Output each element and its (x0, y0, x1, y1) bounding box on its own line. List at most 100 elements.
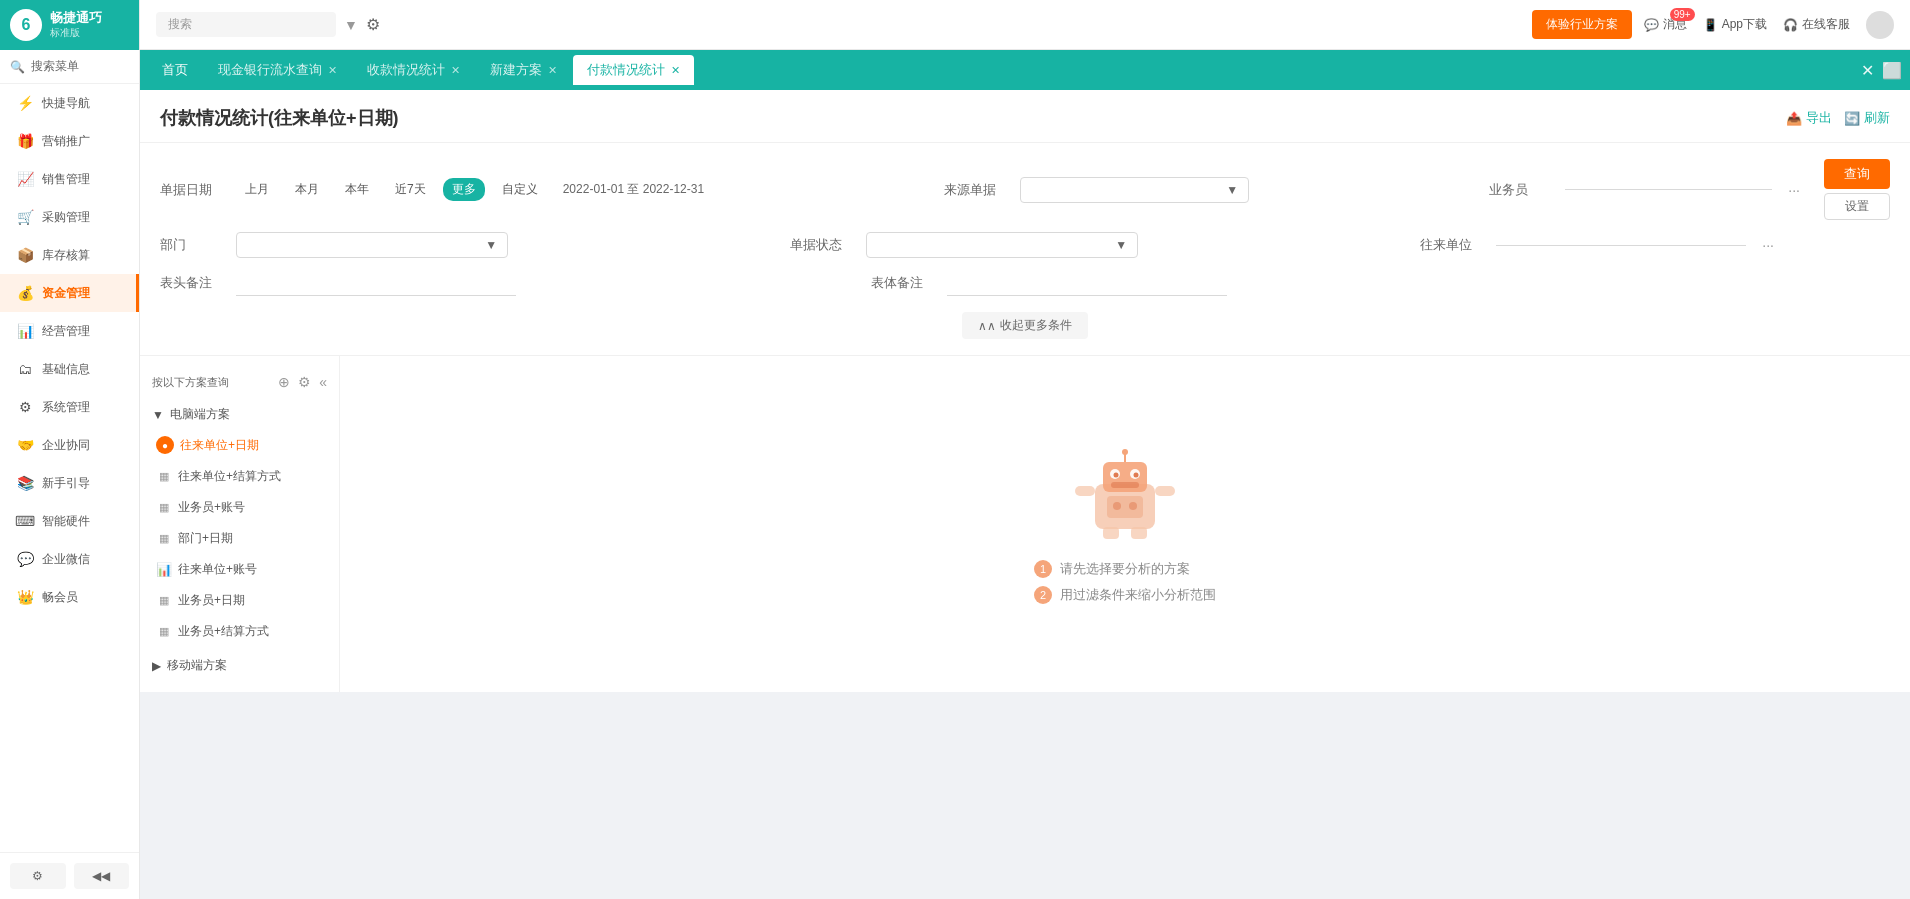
query-button[interactable]: 查询 (1824, 159, 1890, 189)
date-btn-more[interactable]: 更多 (443, 178, 485, 201)
collapse-conditions-btn[interactable]: ∧∧ 收起更多条件 (962, 312, 1088, 339)
partner-more-icon[interactable]: ··· (1762, 237, 1774, 253)
scheme-item-salesperson-account[interactable]: ▦ 业务员+账号 (140, 492, 339, 523)
window-close-icon[interactable]: ✕ (1861, 61, 1874, 80)
nav-label: 智能硬件 (42, 513, 90, 530)
scheme-item-partner-date[interactable]: ● 往来单位+日期 (140, 429, 339, 461)
message-btn[interactable]: 💬 消息 99+ (1644, 16, 1687, 33)
partner-input[interactable] (1496, 245, 1746, 246)
scheme-item-salesperson-settlement[interactable]: ▦ 业务员+结算方式 (140, 616, 339, 647)
tab-receivable-label: 收款情况统计 (367, 61, 445, 79)
mobile-scheme-section: ▶ 移动端方案 (140, 651, 339, 680)
message-badge: 99+ (1670, 8, 1695, 21)
mobile-scheme-title[interactable]: ▶ 移动端方案 (140, 651, 339, 680)
tab-bank-flow[interactable]: 现金银行流水查询 ✕ (204, 55, 351, 85)
sidebar-logo: 6 畅捷通巧 标准版 (0, 0, 139, 50)
scheme-arrow-right-icon: ▶ (152, 659, 161, 673)
tab-bar: 首页 现金银行流水查询 ✕ 收款情况统计 ✕ 新建方案 ✕ 付款情况统计 ✕ ✕… (140, 50, 1910, 90)
scheme-item-partner-account[interactable]: 📊 往来单位+账号 (140, 554, 339, 585)
date-btn-this-year[interactable]: 本年 (336, 177, 378, 202)
nav-label: 企业微信 (42, 551, 90, 568)
date-btn-custom[interactable]: 自定义 (493, 177, 547, 202)
sidebar-item-hardware[interactable]: ⌨ 智能硬件 (0, 502, 139, 540)
dept-select[interactable]: ▼ (236, 232, 508, 258)
trial-button[interactable]: 体验行业方案 (1532, 10, 1632, 39)
sidebar-item-inventory[interactable]: 📦 库存核算 (0, 236, 139, 274)
phone-icon: 📱 (1703, 18, 1718, 32)
collapse-icon: ◀◀ (92, 869, 110, 883)
sidebar-item-system[interactable]: ⚙ 系统管理 (0, 388, 139, 426)
date-btn-last-month[interactable]: 上月 (236, 177, 278, 202)
sidebar-search[interactable]: 🔍 搜索菜单 (0, 50, 139, 84)
nav-label: 基础信息 (42, 361, 90, 378)
tab-receivable[interactable]: 收款情况统计 ✕ (353, 55, 474, 85)
nav-label: 库存核算 (42, 247, 90, 264)
panel-actions: ⊕ ⚙ « (278, 374, 327, 390)
filter-row-2: 部门 ▼ 单据状态 ▼ 往来单位 ··· (160, 232, 1890, 258)
panel-add-icon[interactable]: ⊕ (278, 374, 290, 390)
doc-status-select[interactable]: ▼ (866, 232, 1138, 258)
app-download-btn[interactable]: 📱 App下载 (1703, 16, 1767, 33)
date-btn-this-month[interactable]: 本月 (286, 177, 328, 202)
sidebar-item-sales[interactable]: 📈 销售管理 (0, 160, 139, 198)
online-service-btn[interactable]: 🎧 在线客服 (1783, 16, 1850, 33)
header-search-box[interactable]: 搜索 (156, 12, 336, 37)
panel-collapse-icon[interactable]: « (319, 374, 327, 390)
source-select[interactable]: ▼ (1020, 177, 1250, 203)
refresh-btn[interactable]: 🔄 刷新 (1844, 109, 1890, 127)
scheme-item-salesperson-date[interactable]: ▦ 业务员+日期 (140, 585, 339, 616)
tab-receivable-close[interactable]: ✕ (451, 64, 460, 77)
desktop-scheme-title[interactable]: ▼ 电脑端方案 (140, 400, 339, 429)
sidebar-collapse-btn[interactable]: ◀◀ (74, 863, 130, 889)
salesperson-more-icon[interactable]: ··· (1788, 182, 1800, 198)
empty-state-area: 1 请先选择要分析的方案 2 用过滤条件来缩小分析范围 (340, 356, 1910, 692)
header-gear-icon[interactable]: ⚙ (366, 15, 380, 34)
search-icon: 🔍 (10, 60, 25, 74)
user-avatar[interactable] (1866, 11, 1894, 39)
header-dropdown-icon[interactable]: ▼ (344, 17, 358, 33)
panel-settings-icon[interactable]: ⚙ (298, 374, 311, 390)
scheme-item-partner-settlement[interactable]: ▦ 往来单位+结算方式 (140, 461, 339, 492)
sidebar-item-guide[interactable]: 📚 新手引导 (0, 464, 139, 502)
salesperson-input[interactable] (1565, 189, 1773, 190)
tab-bank-flow-close[interactable]: ✕ (328, 64, 337, 77)
chart-icon: 📈 (16, 170, 34, 188)
sidebar-item-quick-nav[interactable]: ⚡ 快捷导航 (0, 84, 139, 122)
bar-chart-icon: 📊 (16, 322, 34, 340)
settings-button[interactable]: 设置 (1824, 193, 1890, 220)
tab-bank-flow-label: 现金银行流水查询 (218, 61, 322, 79)
sidebar-item-marketing[interactable]: 🎁 营销推广 (0, 122, 139, 160)
tab-payment-stat[interactable]: 付款情况统计 ✕ (573, 55, 694, 85)
date-options: 上月 本月 本年 近7天 更多 自定义 (236, 177, 547, 202)
step-num-2: 2 (1034, 586, 1052, 604)
scheme-grid-icon: ▦ (156, 469, 172, 485)
sidebar-item-wechat[interactable]: 💬 企业微信 (0, 540, 139, 578)
sidebar-item-finance[interactable]: 💰 资金管理 (0, 274, 139, 312)
sidebar-settings-btn[interactable]: ⚙ (10, 863, 66, 889)
date-btn-last-7[interactable]: 近7天 (386, 177, 435, 202)
sidebar-item-purchase[interactable]: 🛒 采购管理 (0, 198, 139, 236)
sidebar-item-operations[interactable]: 📊 经营管理 (0, 312, 139, 350)
scheme-item-label: 业务员+账号 (178, 499, 245, 516)
main-content: 搜索 ▼ ⚙ 体验行业方案 💬 消息 99+ 📱 App下载 🎧 在线客服 首页 (140, 0, 1910, 899)
scheme-active-icon: ● (156, 436, 174, 454)
window-maximize-icon[interactable]: ⬜ (1882, 61, 1902, 80)
scheme-grid-icon-4: ▦ (156, 593, 172, 609)
header-note-input[interactable] (236, 270, 516, 296)
export-btn[interactable]: 📤 导出 (1786, 109, 1832, 127)
nav-label: 销售管理 (42, 171, 90, 188)
body-note-input[interactable] (947, 270, 1227, 296)
tab-new-plan[interactable]: 新建方案 ✕ (476, 55, 571, 85)
tab-new-plan-close[interactable]: ✕ (548, 64, 557, 77)
scheme-item-dept-date[interactable]: ▦ 部门+日期 (140, 523, 339, 554)
sidebar-item-member[interactable]: 👑 畅会员 (0, 578, 139, 616)
tab-payment-stat-close[interactable]: ✕ (671, 64, 680, 77)
dept-dropdown-icon: ▼ (485, 238, 497, 252)
sidebar-item-enterprise[interactable]: 🤝 企业协同 (0, 426, 139, 464)
sidebar-item-basics[interactable]: 🗂 基础信息 (0, 350, 139, 388)
tab-home[interactable]: 首页 (148, 55, 202, 85)
folder-icon: 🗂 (16, 360, 34, 378)
main-body: 按以下方案查询 ⊕ ⚙ « ▼ 电脑端方案 ● (140, 356, 1910, 692)
online-service-label: 在线客服 (1802, 16, 1850, 33)
source-dropdown-icon: ▼ (1226, 183, 1238, 197)
